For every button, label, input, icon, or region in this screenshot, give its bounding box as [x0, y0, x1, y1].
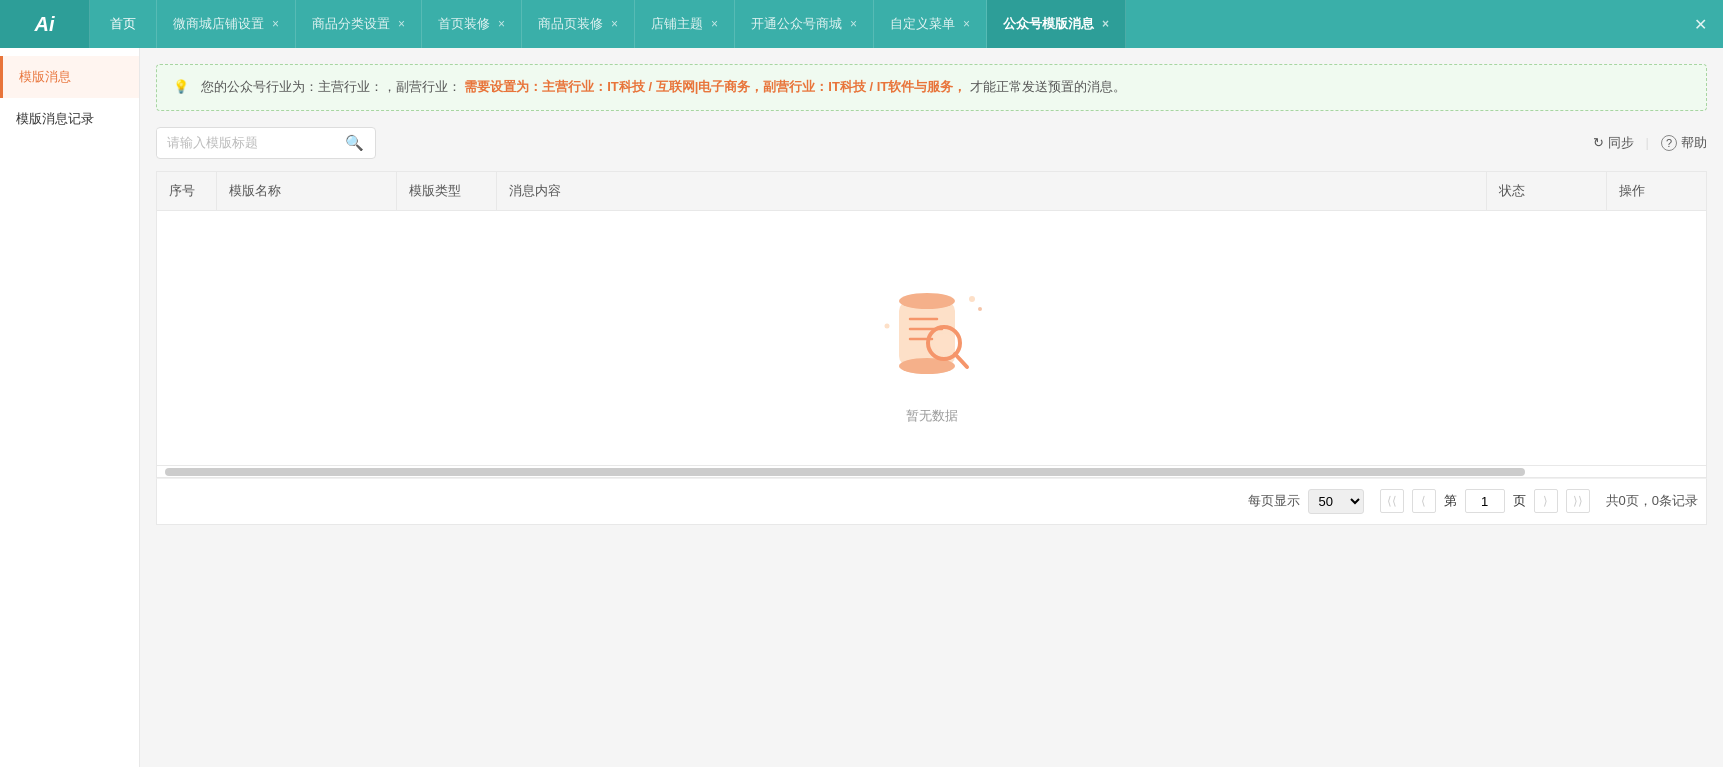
close-all-button[interactable]: ✕ [1678, 0, 1723, 48]
next-page-button[interactable]: ⟩ [1534, 489, 1558, 513]
svg-point-12 [884, 323, 889, 328]
nav-tab-category[interactable]: 商品分类设置 × [296, 0, 422, 48]
search-input[interactable] [157, 129, 337, 156]
last-page-button[interactable]: ⟩⟩ [1566, 489, 1590, 513]
empty-text: 暂无数据 [906, 407, 958, 425]
pagination: 每页显示 50 10 20 100 ⟨⟨ ⟨ 第 1 页 ⟩ ⟩⟩ 共0页，0条… [156, 478, 1707, 525]
toolbar-right: ↻ 同步 | ? 帮助 [1593, 134, 1707, 152]
sync-icon: ↻ [1593, 135, 1604, 150]
svg-line-9 [955, 354, 967, 367]
total-info: 共0页，0条记录 [1606, 492, 1698, 510]
help-icon: ? [1661, 135, 1677, 151]
col-name: 模版名称 [217, 171, 397, 210]
close-tab-templatemsg-icon[interactable]: × [1102, 17, 1109, 31]
close-tab-category-icon[interactable]: × [398, 17, 405, 31]
app-logo: Ai [0, 0, 90, 48]
close-tab-theme-icon[interactable]: × [711, 17, 718, 31]
search-bar: 🔍 ↻ 同步 | ? 帮助 [156, 127, 1707, 159]
help-label: 帮助 [1681, 134, 1707, 152]
nav-tab-homepage[interactable]: 首页装修 × [422, 0, 522, 48]
info-suffix: 才能正常发送预置的消息。 [970, 79, 1126, 94]
sidebar-item-template-records[interactable]: 模版消息记录 [0, 98, 139, 140]
empty-state: 暂无数据 [157, 211, 1706, 465]
svg-point-10 [969, 296, 975, 302]
nav-tab-theme[interactable]: 店铺主题 × [635, 0, 735, 48]
col-seq: 序号 [157, 171, 217, 210]
main-layout: 模版消息 模版消息记录 💡 您的公众号行业为：主营行业：，副营行业： 需要设置为… [0, 48, 1723, 767]
toolbar-divider: | [1646, 135, 1649, 150]
nav-tab-productpage[interactable]: 商品页装修 × [522, 0, 635, 48]
page-size-select[interactable]: 50 10 20 100 [1308, 489, 1364, 514]
bulb-icon: 💡 [173, 79, 189, 94]
table-header-row: 序号 模版名称 模版类型 消息内容 状态 操作 [157, 171, 1707, 210]
col-action: 操作 [1607, 171, 1707, 210]
svg-point-8 [934, 333, 954, 353]
page-number-input[interactable]: 1 [1465, 489, 1505, 513]
sync-label: 同步 [1608, 134, 1634, 152]
scroll-thumb[interactable] [165, 468, 1525, 476]
col-type: 模版类型 [397, 171, 497, 210]
nav-tab-templatemsg[interactable]: 公众号模版消息 × [987, 0, 1126, 48]
search-input-wrap: 🔍 [156, 127, 376, 159]
sidebar-item-template[interactable]: 模版消息 [0, 56, 139, 98]
close-tab-openstore-icon[interactable]: × [850, 17, 857, 31]
empty-illustration [872, 271, 992, 391]
nav-tab-custommenu[interactable]: 自定义菜单 × [874, 0, 987, 48]
close-tab-homepage-icon[interactable]: × [498, 17, 505, 31]
horizontal-scrollbar[interactable] [156, 466, 1707, 478]
prev-page-button[interactable]: ⟨ [1412, 489, 1436, 513]
info-highlight: 需要设置为：主营行业：IT科技 / 互联网|电子商务，副营行业：IT科技 / I… [464, 79, 966, 94]
page-label: 第 [1444, 492, 1457, 510]
table-empty-row: 暂无数据 [157, 210, 1707, 465]
close-tab-productpage-icon[interactable]: × [611, 17, 618, 31]
info-prefix: 您的公众号行业为：主营行业：，副营行业： [201, 79, 461, 94]
close-tab-wsc-icon[interactable]: × [272, 17, 279, 31]
sync-button[interactable]: ↻ 同步 [1593, 134, 1634, 152]
close-tab-custommenu-icon[interactable]: × [963, 17, 970, 31]
svg-point-2 [899, 293, 955, 309]
nav-tab-openstore[interactable]: 开通公众号商城 × [735, 0, 874, 48]
help-button[interactable]: ? 帮助 [1661, 134, 1707, 152]
search-button[interactable]: 🔍 [337, 128, 372, 158]
first-page-button[interactable]: ⟨⟨ [1380, 489, 1404, 513]
content-area: 💡 您的公众号行业为：主营行业：，副营行业： 需要设置为：主营行业：IT科技 /… [140, 48, 1723, 767]
page-size-label: 每页显示 [1248, 492, 1300, 510]
top-nav-bar: Ai 首页 微商城店铺设置 × 商品分类设置 × 首页装修 × 商品页装修 × … [0, 0, 1723, 48]
info-banner: 💡 您的公众号行业为：主营行业：，副营行业： 需要设置为：主营行业：IT科技 /… [156, 64, 1707, 111]
nav-tab-wsc[interactable]: 微商城店铺设置 × [157, 0, 296, 48]
sidebar: 模版消息 模版消息记录 [0, 48, 140, 767]
page-unit: 页 [1513, 492, 1526, 510]
col-content: 消息内容 [497, 171, 1487, 210]
nav-home-tab[interactable]: 首页 [90, 0, 157, 48]
svg-point-11 [978, 307, 982, 311]
data-table: 序号 模版名称 模版类型 消息内容 状态 操作 [156, 171, 1707, 466]
col-status: 状态 [1487, 171, 1607, 210]
